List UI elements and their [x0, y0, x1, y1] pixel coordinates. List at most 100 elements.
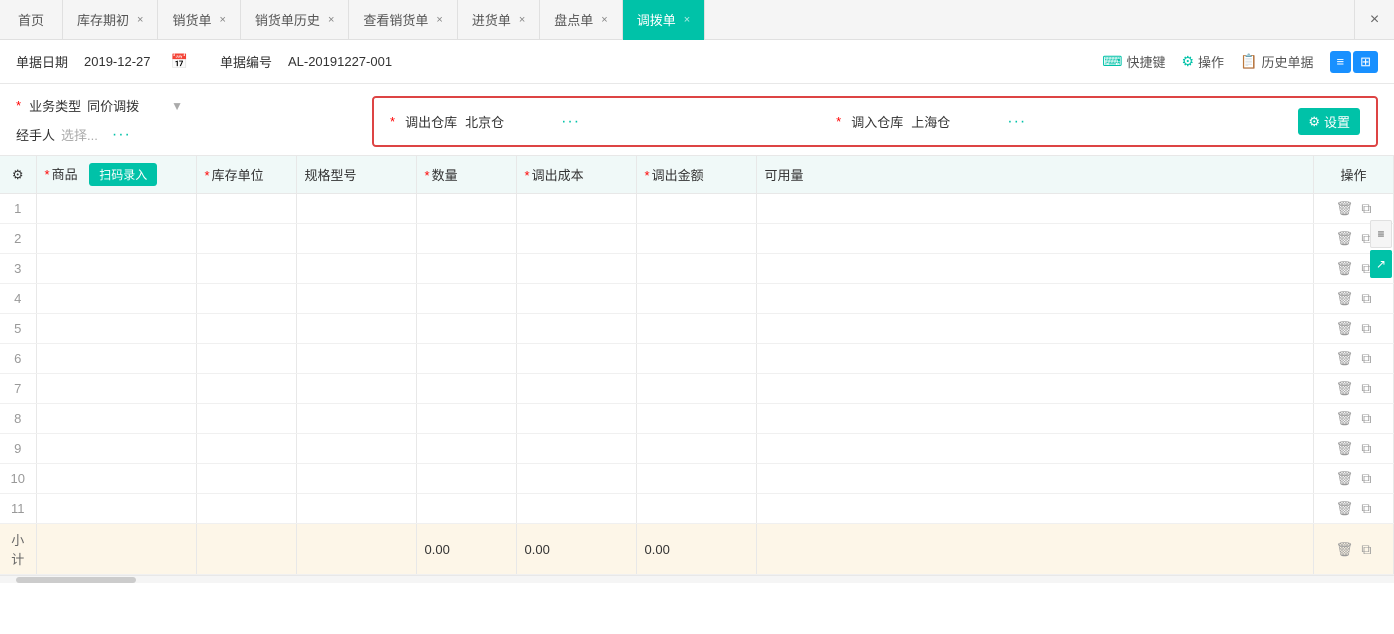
scrollbar-thumb[interactable]	[16, 577, 136, 583]
row-cost-3[interactable]	[516, 254, 636, 284]
row-qty-7[interactable]	[416, 374, 516, 404]
right-panel-export-icon[interactable]: ↗	[1370, 250, 1392, 278]
row-amount-9[interactable]	[636, 434, 756, 464]
tab-purchase-order[interactable]: 进货单 ×	[458, 0, 540, 40]
tab-sales-history[interactable]: 销货单历史 ×	[241, 0, 349, 40]
copy-icon-6[interactable]: ⧉	[1361, 350, 1371, 367]
tab-close-transfer[interactable]: ×	[684, 14, 690, 26]
delete-icon-3[interactable]: 🗑	[1336, 260, 1354, 277]
copy-icon-11[interactable]: ⧉	[1361, 500, 1371, 517]
tab-close-inventory-init[interactable]: ×	[137, 14, 143, 26]
row-cost-1[interactable]	[516, 194, 636, 224]
settings-icon[interactable]: ⚙	[12, 167, 24, 182]
row-cost-11[interactable]	[516, 494, 636, 524]
row-cost-7[interactable]	[516, 374, 636, 404]
shortcuts-button[interactable]: ⌨ 快捷键	[1102, 52, 1165, 71]
row-cost-4[interactable]	[516, 284, 636, 314]
delete-icon-6[interactable]: 🗑	[1336, 350, 1354, 367]
row-qty-2[interactable]	[416, 224, 516, 254]
tab-close-stocktake[interactable]: ×	[601, 14, 607, 26]
delete-icon-10[interactable]: 🗑	[1336, 470, 1354, 487]
scan-button[interactable]: 扫码录入	[89, 163, 157, 186]
row-amount-7[interactable]	[636, 374, 756, 404]
copy-icon-7[interactable]: ⧉	[1361, 380, 1371, 397]
tab-view-sales[interactable]: 查看销货单 ×	[349, 0, 457, 40]
row-qty-11[interactable]	[416, 494, 516, 524]
row-spec-2[interactable]	[296, 224, 416, 254]
copy-icon-4[interactable]: ⧉	[1361, 290, 1371, 307]
copy-icon-5[interactable]: ⧉	[1361, 320, 1371, 337]
tab-transfer[interactable]: 调拨单 ×	[623, 0, 705, 40]
row-qty-8[interactable]	[416, 404, 516, 434]
handler-select[interactable]: 选择...	[61, 125, 98, 144]
row-product-5[interactable]	[36, 314, 196, 344]
tab-close-view-sales[interactable]: ×	[436, 14, 442, 26]
row-spec-4[interactable]	[296, 284, 416, 314]
row-qty-4[interactable]	[416, 284, 516, 314]
row-amount-6[interactable]	[636, 344, 756, 374]
row-amount-5[interactable]	[636, 314, 756, 344]
tab-inventory-init[interactable]: 库存期初 ×	[63, 0, 158, 40]
row-unit-5[interactable]	[196, 314, 296, 344]
row-amount-2[interactable]	[636, 224, 756, 254]
row-amount-1[interactable]	[636, 194, 756, 224]
row-product-9[interactable]	[36, 434, 196, 464]
delete-icon-9[interactable]: 🗑	[1336, 440, 1354, 457]
tab-close-sales-order[interactable]: ×	[219, 14, 225, 26]
row-spec-10[interactable]	[296, 464, 416, 494]
row-spec-6[interactable]	[296, 344, 416, 374]
row-unit-6[interactable]	[196, 344, 296, 374]
row-spec-8[interactable]	[296, 404, 416, 434]
row-spec-5[interactable]	[296, 314, 416, 344]
horizontal-scrollbar[interactable]	[0, 575, 1394, 583]
subtotal-delete-icon[interactable]: 🗑	[1336, 541, 1354, 558]
row-spec-3[interactable]	[296, 254, 416, 284]
row-spec-11[interactable]	[296, 494, 416, 524]
row-unit-10[interactable]	[196, 464, 296, 494]
row-product-2[interactable]	[36, 224, 196, 254]
row-product-4[interactable]	[36, 284, 196, 314]
row-qty-10[interactable]	[416, 464, 516, 494]
business-type-select[interactable]: 同价调拨 ▼	[87, 96, 183, 115]
delete-icon-1[interactable]: 🗑	[1336, 200, 1354, 217]
right-panel-list-icon[interactable]: ≡	[1370, 220, 1392, 248]
row-product-1[interactable]	[36, 194, 196, 224]
operations-button[interactable]: ⚙ 操作	[1181, 52, 1224, 71]
tab-close-purchase-order[interactable]: ×	[519, 14, 525, 26]
business-type-dropdown-arrow[interactable]: ▼	[171, 99, 183, 113]
delete-icon-2[interactable]: 🗑	[1336, 230, 1354, 247]
row-cost-9[interactable]	[516, 434, 636, 464]
row-amount-8[interactable]	[636, 404, 756, 434]
window-close-button[interactable]: ×	[1354, 0, 1394, 40]
list-view-button[interactable]: ≡	[1330, 51, 1352, 73]
row-unit-8[interactable]	[196, 404, 296, 434]
copy-icon-1[interactable]: ⧉	[1361, 200, 1371, 217]
delete-icon-5[interactable]: 🗑	[1336, 320, 1354, 337]
tab-close-sales-history[interactable]: ×	[328, 14, 334, 26]
calendar-icon[interactable]: 📅	[171, 53, 188, 70]
out-warehouse-more-button[interactable]: ···	[561, 113, 580, 131]
row-product-7[interactable]	[36, 374, 196, 404]
delete-icon-4[interactable]: 🗑	[1336, 290, 1354, 307]
row-product-8[interactable]	[36, 404, 196, 434]
row-unit-11[interactable]	[196, 494, 296, 524]
delete-icon-11[interactable]: 🗑	[1336, 500, 1354, 517]
row-unit-3[interactable]	[196, 254, 296, 284]
row-unit-7[interactable]	[196, 374, 296, 404]
row-unit-9[interactable]	[196, 434, 296, 464]
row-cost-5[interactable]	[516, 314, 636, 344]
row-qty-5[interactable]	[416, 314, 516, 344]
row-amount-11[interactable]	[636, 494, 756, 524]
row-unit-4[interactable]	[196, 284, 296, 314]
tab-sales-order[interactable]: 销货单 ×	[158, 0, 240, 40]
row-amount-4[interactable]	[636, 284, 756, 314]
row-qty-9[interactable]	[416, 434, 516, 464]
subtotal-copy-icon[interactable]: ⧉	[1361, 541, 1371, 558]
history-button[interactable]: 📋 历史单据	[1240, 52, 1313, 71]
row-product-3[interactable]	[36, 254, 196, 284]
row-unit-2[interactable]	[196, 224, 296, 254]
warehouse-settings-button[interactable]: ⚙ 设置	[1298, 108, 1360, 135]
row-amount-10[interactable]	[636, 464, 756, 494]
tab-stocktake[interactable]: 盘点单 ×	[540, 0, 622, 40]
row-spec-1[interactable]	[296, 194, 416, 224]
